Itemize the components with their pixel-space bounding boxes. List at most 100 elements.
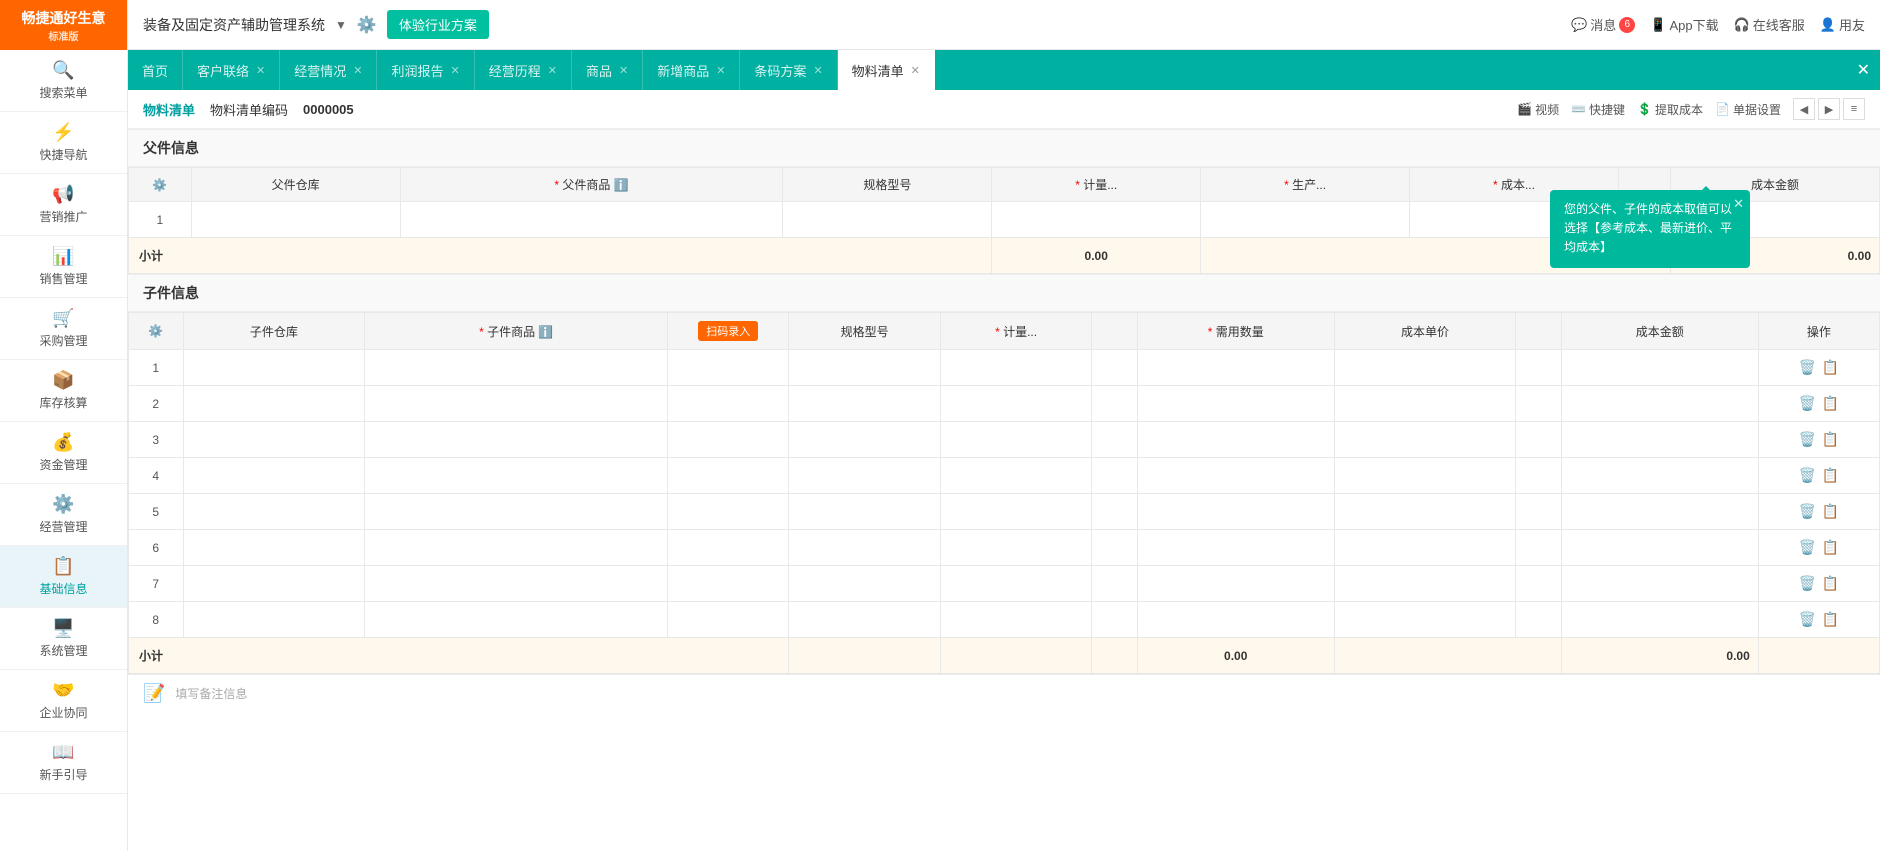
delete-row-1-icon[interactable]: 🗑️ [1798, 359, 1815, 376]
copy-row-6-icon[interactable]: 📋 [1822, 539, 1839, 556]
child-row-8-qty[interactable] [1137, 602, 1334, 638]
tab-bom-close[interactable]: ✕ [911, 64, 920, 77]
delete-row-8-icon[interactable]: 🗑️ [1798, 611, 1815, 628]
child-row-3-unit-cost[interactable] [1334, 422, 1516, 458]
sidebar-item-quick-nav[interactable]: ⚡ 快捷导航 [0, 112, 127, 174]
child-row-3-spec[interactable] [789, 422, 940, 458]
sidebar-item-operations[interactable]: ⚙️ 经营管理 [0, 484, 127, 546]
parent-col-settings[interactable]: ⚙️ [129, 168, 192, 202]
tab-operations[interactable]: 经营情况 ✕ [280, 50, 377, 90]
tab-product-close[interactable]: ✕ [619, 64, 628, 77]
copy-row-5-icon[interactable]: 📋 [1822, 503, 1839, 520]
child-row-2-unit-cost[interactable] [1334, 386, 1516, 422]
scan-input-button[interactable]: 扫码录入 [698, 321, 758, 341]
sidebar-item-finance[interactable]: 💰 资金管理 [0, 422, 127, 484]
copy-row-8-icon[interactable]: 📋 [1822, 611, 1839, 628]
sidebar-item-marketing[interactable]: 📢 营销推广 [0, 174, 127, 236]
child-row-6-qty[interactable] [1137, 530, 1334, 566]
child-row-4-warehouse[interactable] [183, 458, 365, 494]
tab-profit-close[interactable]: ✕ [451, 64, 460, 77]
tab-barcode-close[interactable]: ✕ [813, 64, 822, 77]
sidebar-item-inventory[interactable]: 📦 库存核算 [0, 360, 127, 422]
close-all-tabs[interactable]: ✕ [1847, 60, 1880, 80]
child-row-7-unit[interactable] [940, 566, 1091, 602]
child-row-8-unit-cost[interactable] [1334, 602, 1516, 638]
child-row-3-warehouse[interactable] [183, 422, 365, 458]
child-row-4-unit-cost[interactable] [1334, 458, 1516, 494]
tab-new-product-close[interactable]: ✕ [716, 64, 725, 77]
child-row-3-qty[interactable] [1137, 422, 1334, 458]
delete-row-2-icon[interactable]: 🗑️ [1798, 395, 1815, 412]
child-row-7-spec[interactable] [789, 566, 940, 602]
child-row-8-product[interactable] [365, 602, 668, 638]
parent-row-1-spec[interactable] [783, 202, 992, 238]
video-button[interactable]: 🎬 视频 [1517, 101, 1559, 118]
delete-row-6-icon[interactable]: 🗑️ [1798, 539, 1815, 556]
child-row-5-warehouse[interactable] [183, 494, 365, 530]
system-dropdown[interactable]: ▼ [335, 18, 347, 32]
child-row-4-qty[interactable] [1137, 458, 1334, 494]
shortcut-button[interactable]: ⌨️ 快捷键 [1571, 101, 1625, 118]
child-row-1-qty[interactable] [1137, 350, 1334, 386]
sidebar-item-guide[interactable]: 📖 新手引导 [0, 732, 127, 794]
child-row-6-unit-cost[interactable] [1334, 530, 1516, 566]
child-row-1-spec[interactable] [789, 350, 940, 386]
child-row-5-unit[interactable] [940, 494, 1091, 530]
child-row-4-unit[interactable] [940, 458, 1091, 494]
sidebar-item-system[interactable]: 🖥️ 系统管理 [0, 608, 127, 670]
user-avatar[interactable]: 👤 用友 [1820, 15, 1865, 34]
copy-row-1-icon[interactable]: 📋 [1822, 359, 1839, 376]
note-placeholder[interactable]: 填写备注信息 [175, 685, 247, 702]
delete-row-5-icon[interactable]: 🗑️ [1798, 503, 1815, 520]
tab-customer[interactable]: 客户联络 ✕ [183, 50, 280, 90]
sidebar-item-purchase[interactable]: 🛒 采购管理 [0, 298, 127, 360]
tab-product[interactable]: 商品 ✕ [572, 50, 643, 90]
settings-header-icon[interactable]: ⚙️ [357, 15, 377, 35]
child-col-settings[interactable]: ⚙️ [129, 313, 184, 350]
parent-row-1-product[interactable] [400, 202, 783, 238]
child-row-8-unit[interactable] [940, 602, 1091, 638]
child-row-2-unit[interactable] [940, 386, 1091, 422]
copy-row-4-icon[interactable]: 📋 [1822, 467, 1839, 484]
child-row-7-warehouse[interactable] [183, 566, 365, 602]
child-row-1-warehouse[interactable] [183, 350, 365, 386]
child-row-3-unit[interactable] [940, 422, 1091, 458]
copy-row-2-icon[interactable]: 📋 [1822, 395, 1839, 412]
delete-row-7-icon[interactable]: 🗑️ [1798, 575, 1815, 592]
sidebar-item-basic[interactable]: 📋 基础信息 [0, 546, 127, 608]
list-view-button[interactable]: ≡ [1843, 98, 1865, 120]
sidebar-item-collab[interactable]: 🤝 企业协同 [0, 670, 127, 732]
child-row-6-product[interactable] [365, 530, 668, 566]
child-row-7-qty[interactable] [1137, 566, 1334, 602]
child-row-2-qty[interactable] [1137, 386, 1334, 422]
tooltip-close-button[interactable]: ✕ [1733, 194, 1744, 215]
child-row-5-spec[interactable] [789, 494, 940, 530]
delete-row-3-icon[interactable]: 🗑️ [1798, 431, 1815, 448]
child-row-4-product[interactable] [365, 458, 668, 494]
sidebar-item-sales[interactable]: 📊 销售管理 [0, 236, 127, 298]
child-row-8-warehouse[interactable] [183, 602, 365, 638]
child-row-1-unit-cost[interactable] [1334, 350, 1516, 386]
child-row-5-product[interactable] [365, 494, 668, 530]
child-row-7-product[interactable] [365, 566, 668, 602]
prev-page-button[interactable]: ◀ [1793, 98, 1815, 120]
tab-barcode[interactable]: 条码方案 ✕ [740, 50, 837, 90]
tab-home[interactable]: 首页 [128, 50, 183, 90]
trial-button[interactable]: 体验行业方案 [387, 10, 489, 39]
child-row-3-product[interactable] [365, 422, 668, 458]
doc-settings-button[interactable]: 📄 单据设置 [1715, 101, 1781, 118]
message-button[interactable]: 💬 消息 6 [1571, 15, 1635, 34]
child-row-6-warehouse[interactable] [183, 530, 365, 566]
child-row-2-spec[interactable] [789, 386, 940, 422]
extract-cost-button[interactable]: 💲 提取成本 [1637, 101, 1703, 118]
parent-row-1-warehouse[interactable] [191, 202, 400, 238]
child-row-2-warehouse[interactable] [183, 386, 365, 422]
child-row-4-spec[interactable] [789, 458, 940, 494]
child-row-6-unit[interactable] [940, 530, 1091, 566]
tab-history[interactable]: 经营历程 ✕ [475, 50, 572, 90]
tab-new-product[interactable]: 新增商品 ✕ [643, 50, 740, 90]
next-page-button[interactable]: ▶ [1818, 98, 1840, 120]
child-row-6-spec[interactable] [789, 530, 940, 566]
parent-row-1-production[interactable] [1201, 202, 1410, 238]
sidebar-item-search[interactable]: 🔍 搜索菜单 [0, 50, 127, 112]
